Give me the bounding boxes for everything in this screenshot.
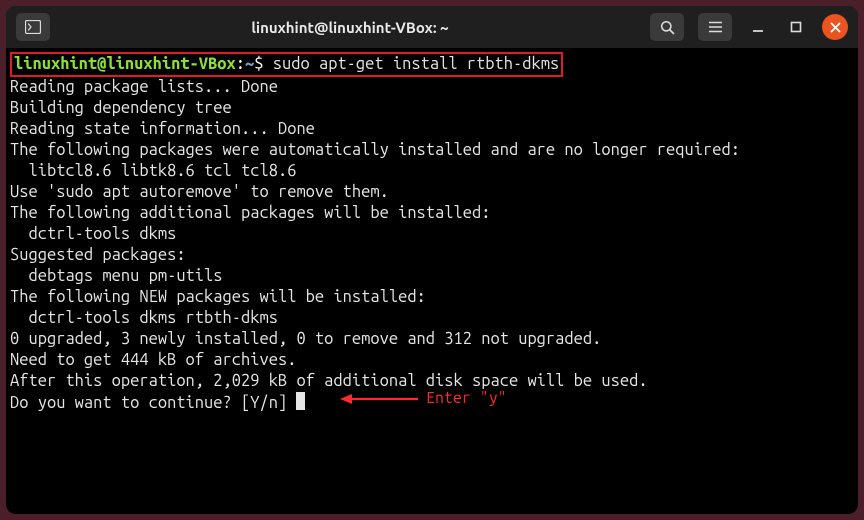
prompt-colon: :	[236, 55, 245, 73]
output-line: Reading package lists... Done	[10, 78, 278, 96]
prompt-path: ~	[245, 55, 254, 73]
window-title: linuxhint@linuxhint-VBox: ~	[50, 19, 650, 36]
arrow-icon	[340, 392, 418, 406]
search-button[interactable]	[650, 13, 684, 41]
maximize-icon	[790, 21, 802, 33]
output-line: Suggested packages:	[10, 246, 186, 264]
terminal-cursor	[296, 392, 305, 410]
command-text: sudo apt-get install rtbth-dkms	[273, 55, 559, 73]
output-prompt-line: Do you want to continue? [Y/n]	[10, 394, 296, 412]
output-line: The following NEW packages will be insta…	[10, 288, 426, 306]
new-tab-button[interactable]	[16, 13, 50, 41]
titlebar: linuxhint@linuxhint-VBox: ~	[6, 6, 858, 48]
output-line: The following packages were automaticall…	[10, 141, 740, 159]
terminal-body[interactable]: linuxhint@linuxhint-VBox:~$ sudo apt-get…	[6, 48, 858, 514]
output-line: The following additional packages will b…	[10, 204, 490, 222]
close-icon	[830, 22, 841, 33]
annotation-text: Enter "y"	[426, 388, 507, 409]
menu-button[interactable]	[698, 13, 732, 41]
terminal-icon	[25, 20, 41, 34]
hamburger-icon	[708, 21, 723, 33]
search-icon	[660, 20, 675, 35]
titlebar-left	[16, 13, 50, 41]
annotation-overlay: Enter "y"	[340, 388, 507, 409]
output-line: libtcl8.6 libtk8.6 tcl tcl8.6	[10, 162, 296, 180]
output-line: debtags menu pm-utils	[10, 267, 223, 285]
output-line: 0 upgraded, 3 newly installed, 0 to remo…	[10, 330, 601, 348]
titlebar-right	[650, 13, 848, 41]
maximize-button[interactable]	[784, 15, 808, 39]
minimize-icon	[751, 20, 765, 34]
output-line: Reading state information... Done	[10, 120, 315, 138]
prompt-dollar: $	[254, 55, 263, 73]
output-line: Building dependency tree	[10, 99, 232, 117]
output-line: After this operation, 2,029 kB of additi…	[10, 372, 648, 390]
output-line: dctrl-tools dkms	[10, 225, 176, 243]
command-highlight-box: linuxhint@linuxhint-VBox:~$ sudo apt-get…	[10, 52, 563, 77]
terminal-window: linuxhint@linuxhint-VBox: ~	[6, 6, 858, 514]
prompt-user-host: linuxhint@linuxhint-VBox	[14, 55, 236, 73]
close-button[interactable]	[822, 14, 848, 40]
output-line: dctrl-tools dkms rtbth-dkms	[10, 309, 278, 327]
minimize-button[interactable]	[746, 15, 770, 39]
output-line: Need to get 444 kB of archives.	[10, 351, 296, 369]
output-line: Use 'sudo apt autoremove' to remove them…	[10, 183, 389, 201]
